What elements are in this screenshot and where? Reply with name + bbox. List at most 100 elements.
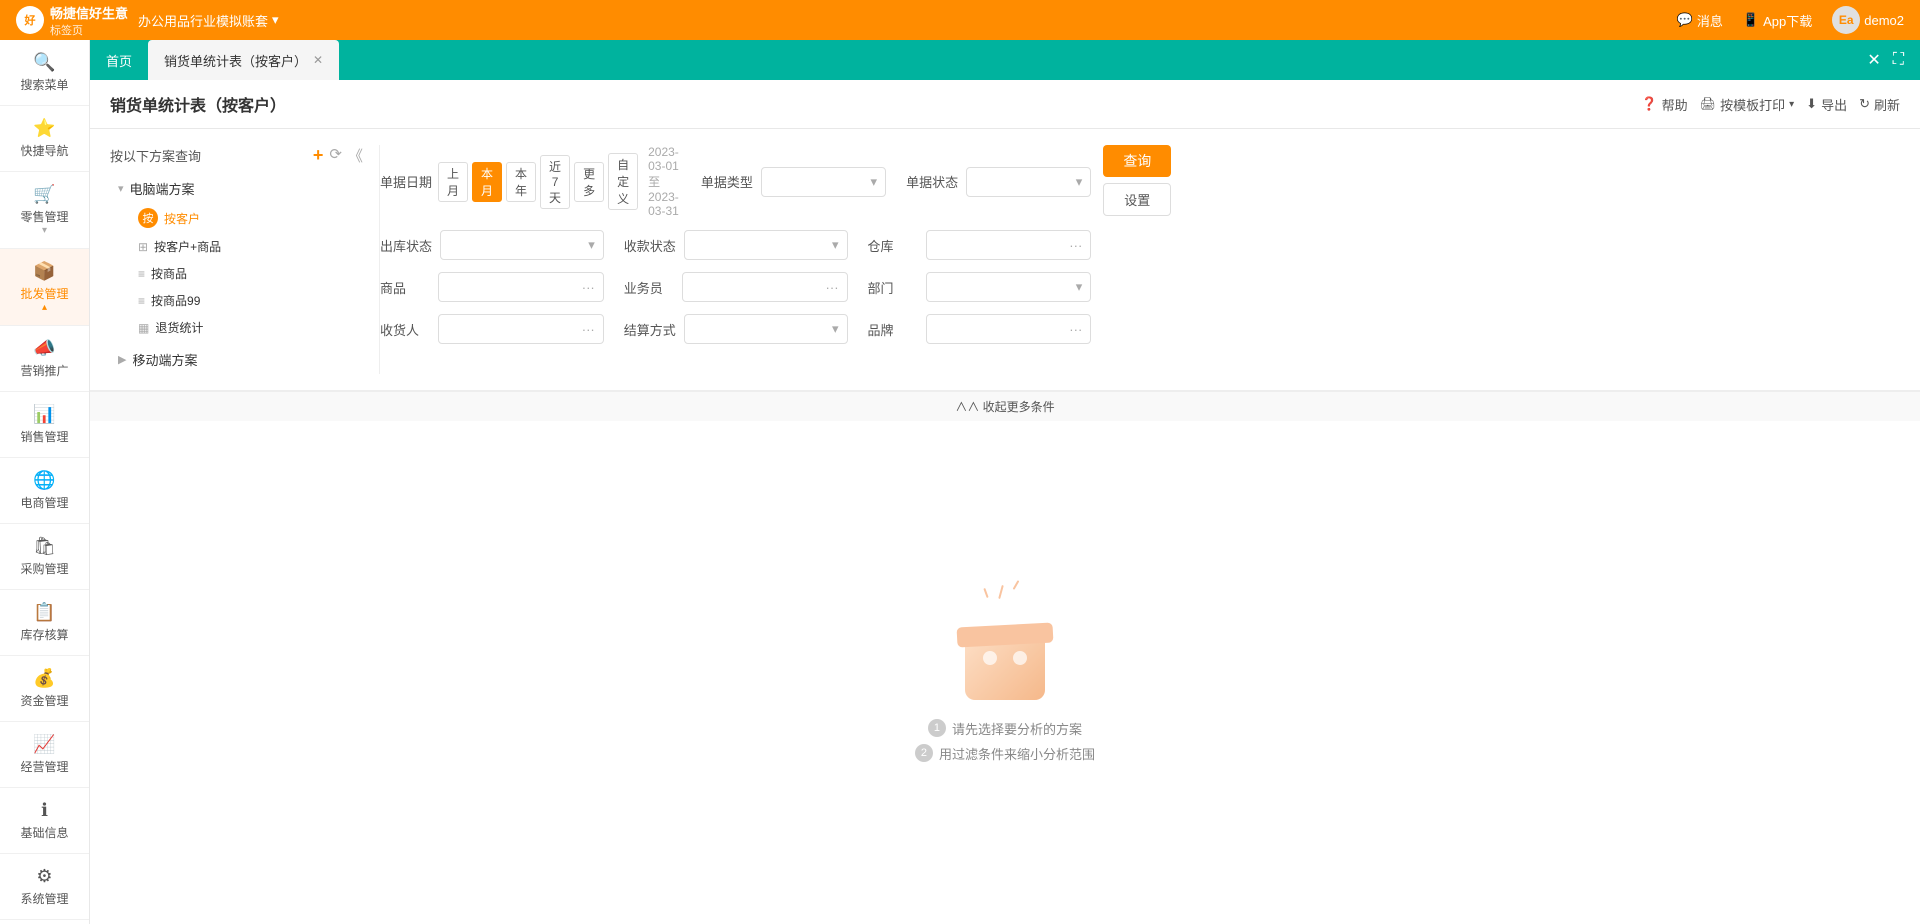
avatar: Ea [1832, 6, 1860, 34]
filter-form-wrapper: 单据日期 上月 本月 本年 近7天 更多 自定义 2023-03-01 至 20… [380, 145, 1171, 374]
staff-input[interactable]: ··· [682, 272, 848, 302]
filter-field-settle: 结算方式 ▾ [624, 314, 848, 344]
empty-hint-1: 1 请先选择要分析的方案 [928, 719, 1082, 738]
product-input[interactable]: ··· [438, 272, 604, 302]
sidebar-item-marketing[interactable]: 📣 营销推广 [0, 326, 89, 392]
filter-field-receiver: 收货人 ··· [380, 314, 604, 344]
filter-field-out-status: 出库状态 ▾ [380, 230, 604, 260]
date-btn-custom[interactable]: 自定义 [608, 153, 638, 210]
bar-chart-icon: ▦ [138, 321, 149, 335]
top-bar-left: 好 畅捷信好生意 标签页 办公用品行业模拟账套 ▾ [16, 3, 279, 38]
receiver-dots: ··· [582, 322, 595, 337]
by-customer-product-label: 按客户+商品 [154, 238, 221, 255]
app-container: 好 畅捷信好生意 标签页 办公用品行业模拟账套 ▾ 💬 消息 📱 App下载 [0, 0, 1920, 924]
sidebar-item-wholesale[interactable]: 📦 批发管理 ▴ [0, 249, 89, 326]
template-print-btn[interactable]: 🖨 按模板打印 ▾ [1700, 95, 1795, 114]
sidebar-item-retail[interactable]: 🛒 零售管理 ▾ [0, 172, 89, 249]
refresh-btn[interactable]: ↻ 刷新 [1859, 95, 1900, 114]
dept-label: 部门 [868, 278, 918, 297]
filter-sidebar: 按以下方案查询 + ⟳ 《 ▾ 电脑端方案 [110, 145, 380, 374]
doc-status-label: 单据状态 [906, 172, 958, 191]
by-customer-label: 按客户 [164, 210, 200, 227]
tree-item-by-customer-product[interactable]: ⊞ 按客户+商品 [130, 233, 363, 260]
sidebar-item-purchase[interactable]: 🛍 采购管理 [0, 524, 89, 590]
date-btn-more[interactable]: 更多 [574, 162, 604, 202]
biz-icon: 📈 [4, 734, 85, 755]
print-icon: 🖨 [1700, 96, 1717, 112]
date-btn-this-month[interactable]: 本月 [472, 162, 502, 202]
tab-close-icon[interactable]: ✕ [313, 53, 323, 67]
hint-num-2: 2 [915, 744, 933, 762]
sidebar-item-enterprise[interactable]: 🤝 企业协同 [0, 920, 89, 924]
tree-item-by-customer[interactable]: 按 按客户 [130, 203, 363, 233]
query-btn[interactable]: 查询 [1103, 145, 1171, 177]
date-btn-last-7[interactable]: 近7天 [540, 155, 570, 209]
sidebar-item-inventory[interactable]: 📋 库存核算 [0, 590, 89, 656]
sidebar-item-ecom[interactable]: 🌐 电商管理 [0, 458, 89, 524]
receiver-input[interactable]: ··· [438, 314, 604, 344]
tree-item-desktop[interactable]: ▾ 电脑端方案 [110, 174, 363, 203]
help-btn[interactable]: ❓ 帮助 [1641, 95, 1687, 114]
tree-item-by-product-99[interactable]: ≡ 按商品99 [130, 287, 363, 314]
sidebar: 🔍 搜索菜单 ⭐ 快捷导航 🛒 零售管理 ▾ 📦 批发管理 ▴ 📣 营销推广 [0, 40, 90, 924]
export-btn[interactable]: ⬇ 导出 [1806, 95, 1847, 114]
scheme-title: 按以下方案查询 [110, 146, 201, 165]
list-icon: ≡ [138, 267, 145, 281]
warehouse-input[interactable]: ··· [926, 230, 1092, 260]
refresh-scheme-btn[interactable]: ⟳ [329, 145, 342, 166]
date-btn-last-month[interactable]: 上月 [438, 162, 468, 202]
main-area: 🔍 搜索菜单 ⭐ 快捷导航 🛒 零售管理 ▾ 📦 批发管理 ▴ 📣 营销推广 [0, 40, 1920, 924]
filter-field-doc-type: 单据类型 ▾ [701, 167, 886, 197]
sidebar-item-system[interactable]: ⚙ 系统管理 [0, 854, 89, 920]
mobile-arrow-icon: ▶ [118, 353, 126, 366]
sidebar-item-finance[interactable]: 💰 资金管理 [0, 656, 89, 722]
app-download-btn[interactable]: 📱 App下载 [1743, 11, 1812, 30]
filter-sidebar-actions: + ⟳ 《 [313, 145, 363, 166]
collapse-sidebar-btn[interactable]: 《 [348, 145, 363, 166]
app-title-line2: 标签页 [50, 22, 128, 38]
user-profile-btn[interactable]: Ea demo2 [1832, 6, 1904, 34]
help-icon: ❓ [1641, 96, 1657, 112]
content-panel: 首页 销货单统计表（按客户） ✕ ✕ ⛶ 销货单统计表（按客户） ❓ 帮助 [90, 40, 1920, 924]
settle-label: 结算方式 [624, 320, 676, 339]
doc-status-select[interactable]: ▾ [966, 167, 1091, 197]
hint-text-2: 用过滤条件来缩小分析范围 [939, 744, 1095, 763]
sidebar-item-search-menu[interactable]: 🔍 搜索菜单 [0, 40, 89, 106]
settle-select[interactable]: ▾ [684, 314, 848, 344]
dept-select[interactable]: ▾ [926, 272, 1092, 302]
date-btn-this-year[interactable]: 本年 [506, 162, 536, 202]
collapse-row[interactable]: ∧∧ 收起更多条件 [90, 391, 1920, 421]
close-window-btn[interactable]: ✕ [1867, 50, 1880, 70]
industry-selector[interactable]: 办公用品行业模拟账套 ▾ [138, 11, 279, 30]
add-scheme-btn[interactable]: + [313, 145, 324, 166]
marketing-icon: 📣 [4, 338, 85, 359]
collapse-label: 收起更多条件 [983, 400, 1055, 414]
sidebar-item-basic[interactable]: ℹ 基础信息 [0, 788, 89, 854]
tree-item-return-stat[interactable]: ▦ 退货统计 [130, 314, 363, 341]
message-btn[interactable]: 💬 消息 [1677, 11, 1723, 30]
out-status-select[interactable]: ▾ [440, 230, 604, 260]
purchase-icon: 🛍 [4, 536, 85, 557]
tree-item-mobile[interactable]: ▶ 移动端方案 [110, 345, 363, 374]
sidebar-label-search-menu: 搜索菜单 [4, 76, 85, 93]
app-download-icon: 📱 [1743, 12, 1759, 28]
receipt-status-select[interactable]: ▾ [684, 230, 848, 260]
brand-label: 品牌 [868, 320, 918, 339]
return-stat-label: 退货统计 [155, 319, 203, 336]
empty-box-lid [957, 622, 1054, 647]
tab-home[interactable]: 首页 [90, 40, 148, 80]
sidebar-label-purchase: 采购管理 [4, 560, 85, 577]
brand-input[interactable]: ··· [926, 314, 1092, 344]
sidebar-item-sales[interactable]: 📊 销售管理 [0, 392, 89, 458]
settings-btn[interactable]: 设置 [1103, 183, 1171, 216]
tab-sales-stat[interactable]: 销货单统计表（按客户） ✕ [148, 40, 339, 80]
fullscreen-btn[interactable]: ⛶ [1893, 51, 1904, 69]
sidebar-label-basic: 基础信息 [4, 824, 85, 841]
sidebar-item-biz[interactable]: 📈 经营管理 [0, 722, 89, 788]
filter-row-product: 商品 ··· 业务员 ··· [380, 272, 1091, 302]
app-title-line1: 畅捷信好生意 [50, 3, 128, 22]
page-title: 销货单统计表（按客户） [110, 92, 286, 116]
sidebar-item-quick-nav[interactable]: ⭐ 快捷导航 [0, 106, 89, 172]
doc-type-select[interactable]: ▾ [761, 167, 886, 197]
tree-item-by-product[interactable]: ≡ 按商品 [130, 260, 363, 287]
